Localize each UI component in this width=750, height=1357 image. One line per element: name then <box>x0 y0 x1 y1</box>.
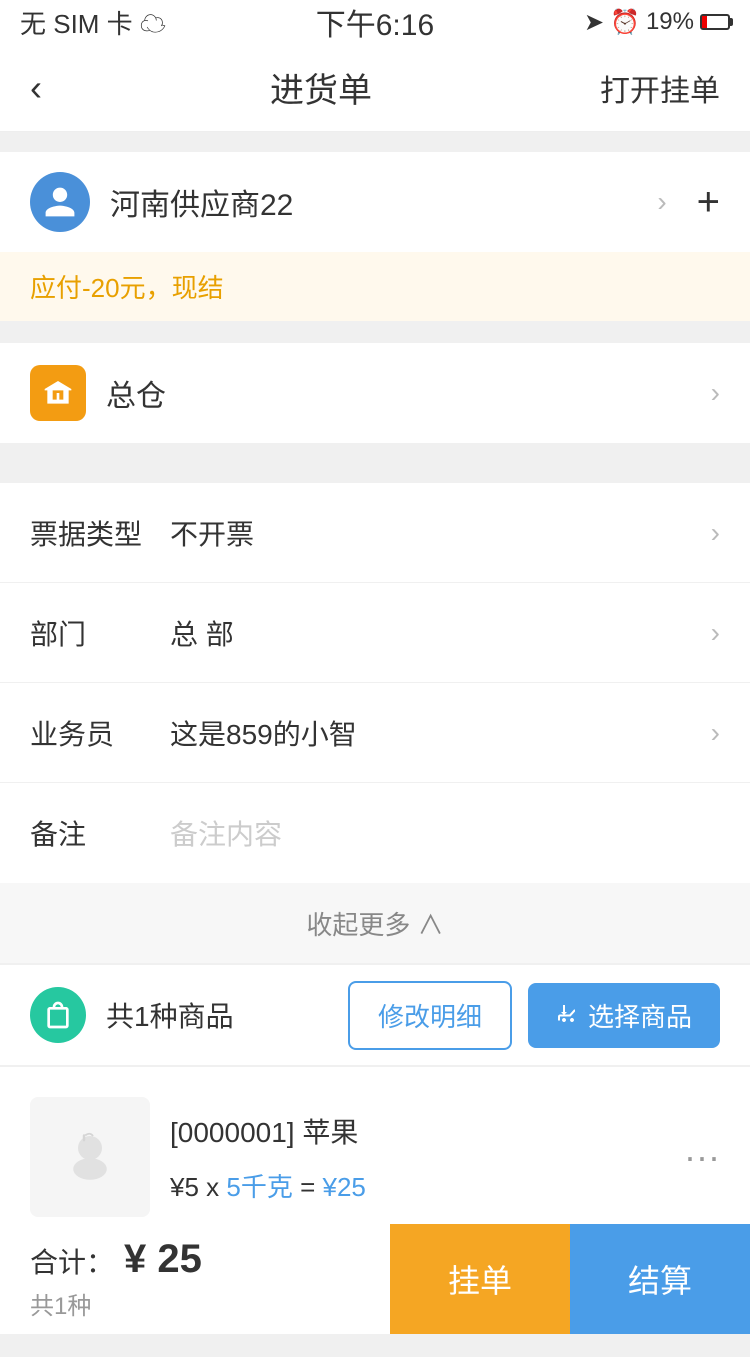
collapse-section: 收起更多 ∧ <box>0 883 750 963</box>
section-gap-1 <box>0 132 750 152</box>
remark-label: 备注 <box>30 813 150 853</box>
supplier-section[interactable]: 河南供应商22 › + <box>0 152 750 252</box>
product-thumb-icon <box>60 1127 120 1187</box>
salesman-label: 业务员 <box>30 713 150 753</box>
supplier-chevron-icon: › <box>657 186 666 218</box>
product-info: [0000001] 苹果 ¥5 x 5千克 = ¥25 <box>170 1111 664 1204</box>
product-price: ¥5 x 5千克 = ¥25 <box>170 1167 664 1204</box>
remark-placeholder: 备注内容 <box>150 813 720 853</box>
products-header: 共1种商品 修改明细 选择商品 <box>0 965 750 1065</box>
department-label: 部门 <box>30 613 150 653</box>
salesman-value: 这是859的小智 <box>150 713 711 753</box>
salesman-chevron: › <box>711 717 720 749</box>
status-right: ➤ ⏰ 19% <box>584 8 730 37</box>
warehouse-icon-container <box>30 365 86 421</box>
select-product-icon <box>556 1003 580 1027</box>
section-gap-3 <box>0 443 750 463</box>
total-section: 合计： ¥ 25 共1种 <box>0 1237 390 1321</box>
equals: = <box>300 1172 322 1202</box>
warehouse-icon <box>42 377 74 409</box>
open-hang-button[interactable]: 打开挂单 <box>600 66 720 110</box>
back-button[interactable]: ‹ <box>30 67 42 109</box>
sim-status: 无 SIM 卡 ☁ <box>20 4 166 41</box>
supplier-name: 河南供应商22 <box>110 180 657 224</box>
department-row[interactable]: 部门 总 部 › <box>0 583 750 683</box>
supplier-avatar <box>30 172 90 232</box>
warehouse-section[interactable]: 总仓 › <box>0 343 750 443</box>
product-count-text: 共1种商品 <box>106 995 348 1035</box>
shopping-bag-icon <box>42 999 74 1031</box>
total-label: 合计： <box>30 1241 114 1281</box>
select-product-button[interactable]: 选择商品 <box>528 983 720 1048</box>
add-supplier-button[interactable]: + <box>697 180 720 225</box>
unit-price: ¥5 x <box>170 1172 226 1202</box>
edit-detail-button[interactable]: 修改明细 <box>348 981 512 1050</box>
location-icon: ➤ <box>584 8 604 37</box>
product-more-button[interactable]: ··· <box>684 1136 720 1178</box>
settle-button[interactable]: 结算 <box>570 1224 750 1334</box>
product-code: [0000001] 苹果 <box>170 1117 358 1148</box>
invoice-type-row[interactable]: 票据类型 不开票 › <box>0 483 750 583</box>
invoice-type-label: 票据类型 <box>30 513 150 553</box>
form-section: 票据类型 不开票 › 部门 总 部 › 业务员 这是859的小智 › 备注 备注… <box>0 483 750 883</box>
product-count-icon <box>30 987 86 1043</box>
department-chevron: › <box>711 617 720 649</box>
warehouse-name: 总仓 <box>106 371 711 415</box>
hang-button[interactable]: 挂单 <box>390 1224 570 1334</box>
collapse-button[interactable]: 收起更多 ∧ <box>306 905 443 942</box>
product-item[interactable]: [0000001] 苹果 ¥5 x 5千克 = ¥25 ··· <box>0 1067 750 1247</box>
status-time: 下午6:16 <box>316 0 434 44</box>
department-value: 总 部 <box>150 613 711 653</box>
status-left: 无 SIM 卡 ☁ <box>20 4 166 41</box>
select-product-label: 选择商品 <box>588 997 692 1034</box>
invoice-type-value: 不开票 <box>150 513 711 553</box>
invoice-type-chevron: › <box>711 517 720 549</box>
person-icon <box>42 184 78 220</box>
total-main: 合计： ¥ 25 <box>30 1237 360 1282</box>
section-gap-2 <box>0 321 750 341</box>
battery-level: 19% <box>646 8 694 36</box>
quantity: 5千克 <box>226 1172 292 1202</box>
warehouse-chevron-icon: › <box>711 377 720 409</box>
nav-bar: ‹ 进货单 打开挂单 <box>0 44 750 132</box>
bottom-bar: 合计： ¥ 25 共1种 挂单 结算 <box>0 1224 750 1334</box>
remark-row[interactable]: 备注 备注内容 <box>0 783 750 883</box>
subtotal: ¥25 <box>323 1172 366 1202</box>
total-sub: 共1种 <box>30 1286 360 1321</box>
salesman-row[interactable]: 业务员 这是859的小智 › <box>0 683 750 783</box>
total-amount: ¥ 25 <box>124 1237 202 1282</box>
page-title: 进货单 <box>270 63 372 112</box>
alarm-icon: ⏰ <box>610 8 640 37</box>
status-bar: 无 SIM 卡 ☁ 下午6:16 ➤ ⏰ 19% <box>0 0 750 44</box>
notice-bar: 应付-20元，现结 <box>0 252 750 321</box>
battery-icon <box>700 14 730 30</box>
product-name: [0000001] 苹果 <box>170 1111 664 1151</box>
product-thumbnail <box>30 1097 150 1217</box>
